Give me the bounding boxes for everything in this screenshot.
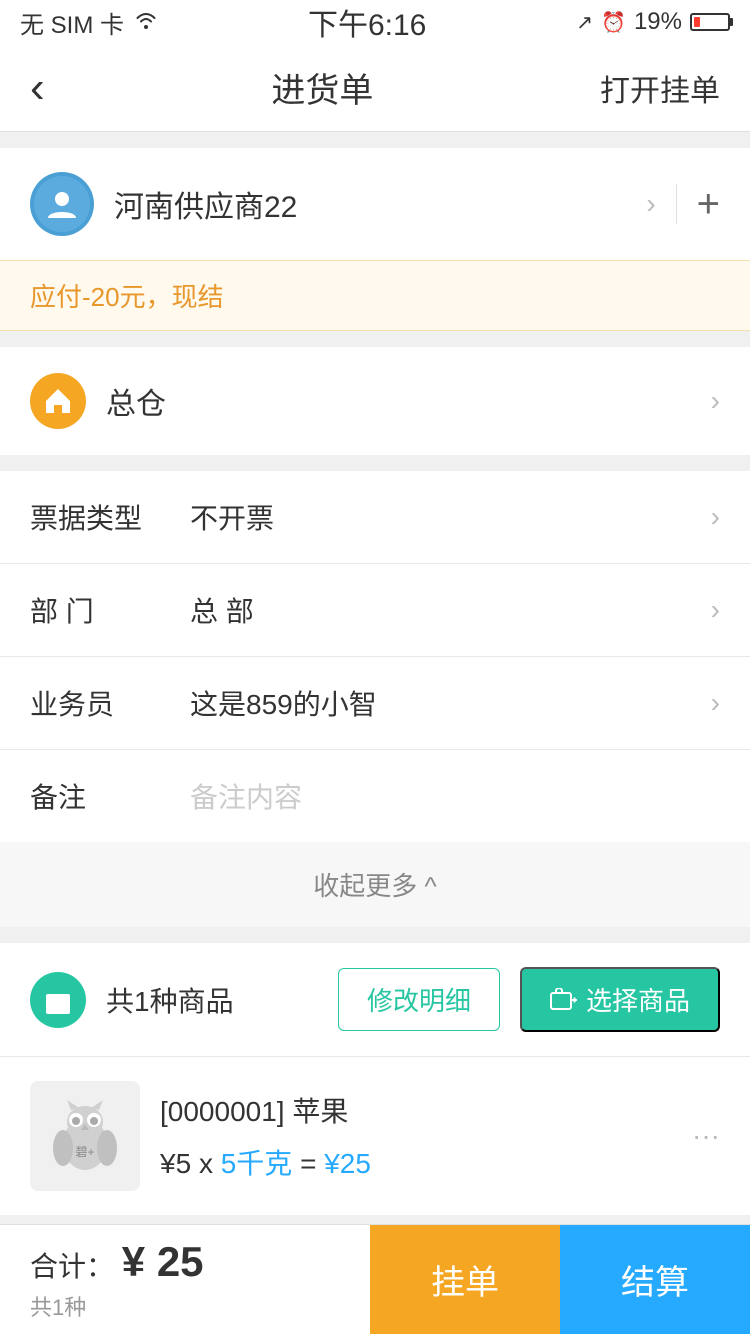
select-product-label: 选择商品 [586, 981, 690, 1018]
products-icon-bg [30, 972, 86, 1028]
product-quantity: 5千克 [221, 1148, 293, 1179]
salesperson-chevron-icon: › [711, 687, 720, 719]
status-right: ↗ ⏰ 19% [576, 8, 730, 36]
products-count-label: 共1种商品 [106, 980, 318, 1020]
department-row[interactable]: 部 门 总 部 › [0, 564, 750, 656]
vertical-divider [676, 184, 677, 224]
supplier-row: 河南供应商22 › + [0, 148, 750, 260]
equals-sign: = [300, 1148, 324, 1179]
wifi-icon [134, 8, 158, 36]
status-left: 无 SIM 卡 [20, 5, 158, 40]
battery-percent: 19% [634, 8, 682, 36]
total-label: 合计： [30, 1251, 114, 1282]
total-count: 共1种 [30, 1290, 340, 1322]
department-value: 总 部 [190, 590, 711, 630]
supplier-chevron-icon: › [646, 188, 655, 220]
invoice-type-value: 不开票 [190, 497, 711, 537]
alert-text: 应付-20元，现结 [30, 282, 224, 312]
product-thumbnail: 碧+ [30, 1081, 140, 1191]
department-label: 部 门 [30, 590, 190, 630]
person-icon [44, 186, 80, 222]
battery-icon [690, 13, 730, 31]
separator-2 [0, 331, 750, 347]
separator-3 [0, 455, 750, 471]
svg-text:碧+: 碧+ [75, 1145, 94, 1159]
remark-input[interactable]: 备注内容 [190, 776, 720, 816]
warehouse-row[interactable]: 总仓 › [0, 347, 750, 455]
time-label: 下午6:16 [308, 0, 426, 44]
select-product-icon [550, 986, 578, 1014]
product-code: [0000001] [160, 1096, 285, 1127]
product-unit-price: ¥5 [160, 1148, 191, 1179]
salesperson-row[interactable]: 业务员 这是859的小智 › [0, 657, 750, 749]
product-item: 碧+ [0000001] 苹果 ¥5 x 5千克 = ¥25 ··· [0, 1057, 750, 1215]
product-name: [0000001] 苹果 [160, 1090, 672, 1130]
department-chevron-icon: › [711, 594, 720, 626]
multiply-sign: x [199, 1148, 221, 1179]
product-more-button[interactable]: ··· [692, 1120, 720, 1152]
edit-detail-button[interactable]: 修改明细 [338, 968, 500, 1031]
warehouse-icon-bg [30, 373, 86, 429]
product-title-text: 苹果 [292, 1096, 348, 1127]
owl-icon: 碧+ [45, 1096, 125, 1176]
total-row: 合计： ¥ 25 [30, 1238, 340, 1286]
invoice-type-row[interactable]: 票据类型 不开票 › [0, 471, 750, 563]
warehouse-section: 总仓 › [0, 347, 750, 455]
invoice-type-label: 票据类型 [30, 497, 190, 537]
warehouse-chevron-icon: › [711, 385, 720, 417]
checkout-label: 结算 [621, 1255, 689, 1304]
warehouse-name: 总仓 [106, 379, 711, 423]
nav-bar: ‹ 进货单 打开挂单 [0, 44, 750, 132]
back-button[interactable]: ‹ [30, 66, 45, 110]
product-subtotal: ¥25 [324, 1148, 371, 1179]
salesperson-label: 业务员 [30, 683, 190, 723]
select-product-button[interactable]: 选择商品 [520, 967, 720, 1032]
shopping-bag-icon [42, 984, 74, 1016]
product-price-row: ¥5 x 5千克 = ¥25 [160, 1142, 672, 1182]
invoice-type-chevron-icon: › [711, 501, 720, 533]
total-amount: ¥ 25 [122, 1238, 204, 1285]
bottom-bar: 合计： ¥ 25 共1种 挂单 结算 [0, 1224, 750, 1334]
open-pending-button[interactable]: 打开挂单 [600, 66, 720, 110]
collapse-button[interactable]: 收起更多 ^ [0, 842, 750, 927]
status-bar: 无 SIM 卡 下午6:16 ↗ ⏰ 19% [0, 0, 750, 44]
alert-banner: 应付-20元，现结 [0, 260, 750, 331]
supplier-avatar [30, 172, 94, 236]
separator-4 [0, 927, 750, 943]
hang-button[interactable]: 挂单 [370, 1225, 560, 1334]
warehouse-icon [42, 385, 74, 417]
products-header: 共1种商品 修改明细 选择商品 [0, 943, 750, 1056]
separator-1 [0, 132, 750, 148]
back-icon: ‹ [30, 66, 45, 110]
salesperson-value: 这是859的小智 [190, 683, 711, 723]
page-title: 进货单 [271, 63, 373, 112]
form-section: 票据类型 不开票 › 部 门 总 部 › 业务员 这是859的小智 › 备注 备… [0, 471, 750, 842]
hang-label: 挂单 [431, 1255, 499, 1304]
alarm-icon: ⏰ [601, 10, 626, 35]
add-button[interactable]: + [697, 182, 720, 227]
supplier-name[interactable]: 河南供应商22 [114, 182, 646, 226]
product-info: [0000001] 苹果 ¥5 x 5千克 = ¥25 [160, 1090, 672, 1182]
supplier-section: 河南供应商22 › + 应付-20元，现结 [0, 148, 750, 331]
checkout-button[interactable]: 结算 [560, 1225, 750, 1334]
total-section: 合计： ¥ 25 共1种 [0, 1238, 370, 1322]
location-icon: ↗ [576, 10, 593, 35]
remark-label: 备注 [30, 776, 190, 816]
collapse-label: 收起更多 ^ [313, 866, 436, 903]
remark-row[interactable]: 备注 备注内容 [0, 750, 750, 842]
carrier-label: 无 SIM 卡 [20, 5, 124, 40]
